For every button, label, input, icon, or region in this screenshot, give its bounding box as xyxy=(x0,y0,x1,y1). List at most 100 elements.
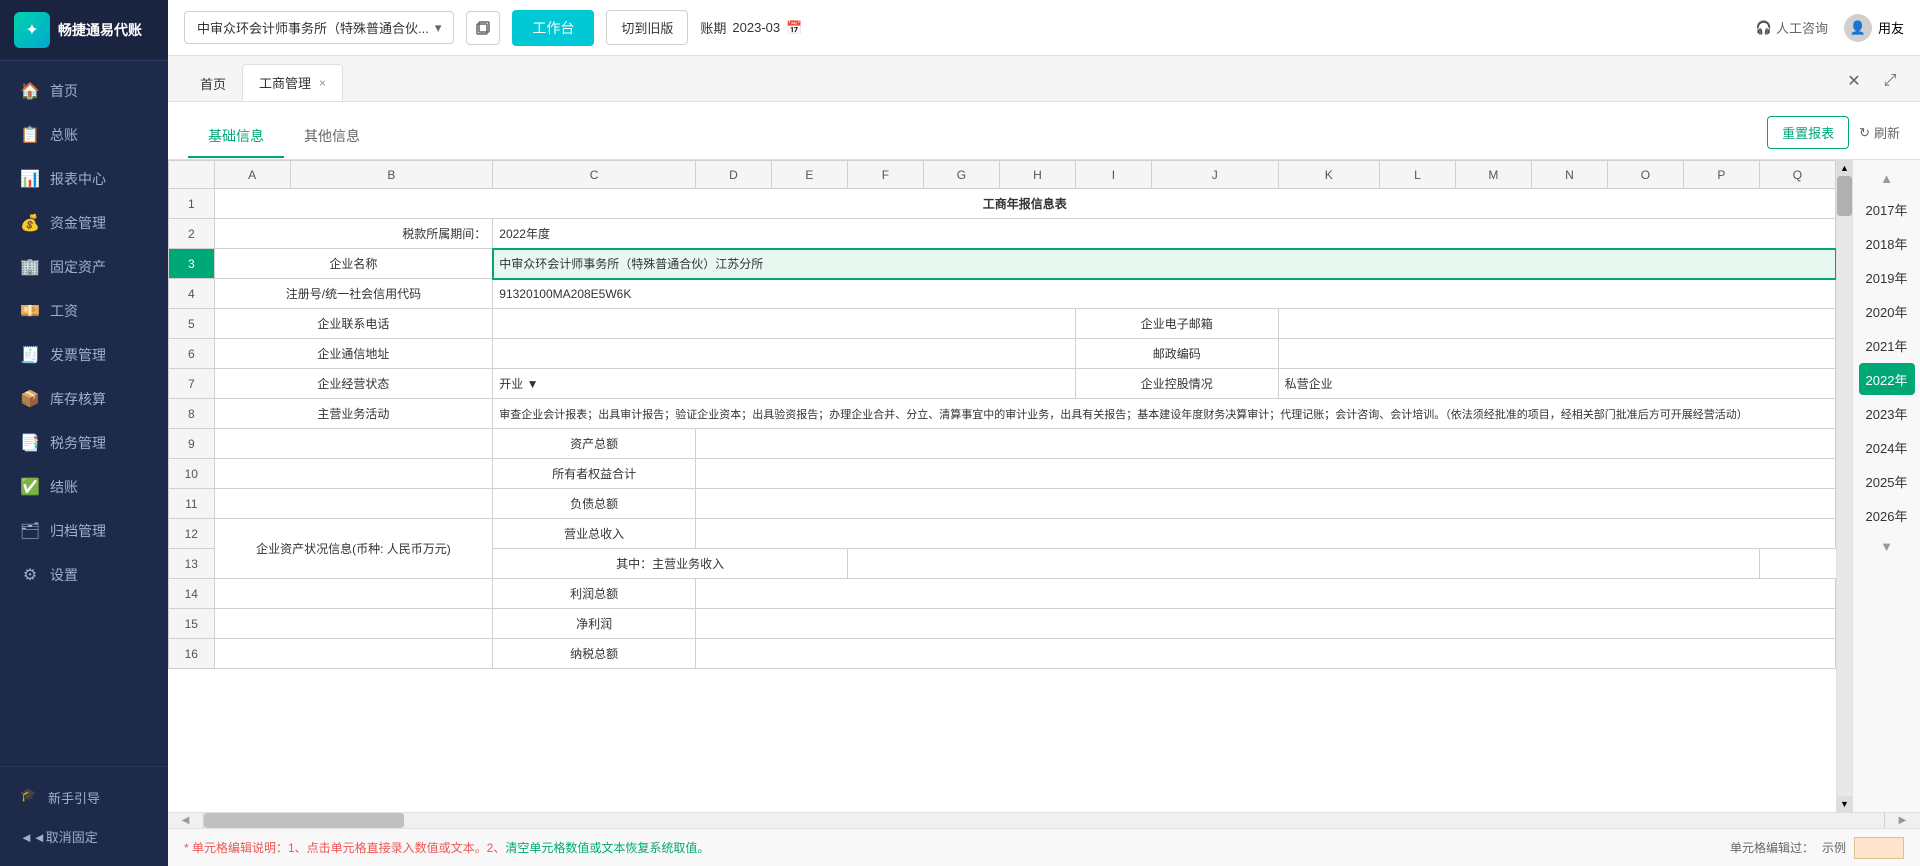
year-up-button[interactable]: ▲ xyxy=(1873,164,1901,192)
scroll-up-button[interactable]: ▲ xyxy=(1837,160,1853,176)
cell-assets-info-label: 企业资产状况信息(币种: 人民币万元) xyxy=(214,519,493,579)
sidebar-item-reports[interactable]: 📊 报表中心 xyxy=(0,157,168,201)
cell-profit-spacer xyxy=(214,579,493,609)
old-version-button[interactable]: 切到旧版 xyxy=(606,10,688,45)
cell-holding-value[interactable]: 私营企业 xyxy=(1278,369,1835,399)
tab-basic-info[interactable]: 基础信息 xyxy=(188,118,284,158)
row-header-4: 4 xyxy=(169,279,215,309)
year-item-2022[interactable]: 2022年 xyxy=(1859,363,1915,395)
table-row: 10 所有者权益合计 xyxy=(169,459,1836,489)
refresh-button[interactable]: ↻ 刷新 xyxy=(1859,123,1900,142)
cell-period-value[interactable]: 2022年度 xyxy=(493,219,1836,249)
sidebar-item-inventory[interactable]: 📦 库存核算 xyxy=(0,377,168,421)
company-selector[interactable]: 中审众环会计师事务所（特殊普通合伙... ▾ xyxy=(184,11,454,44)
cell-status-value[interactable]: 开业 ▼ xyxy=(493,369,1076,399)
year-item-2021[interactable]: 2021年 xyxy=(1859,329,1915,361)
window-controls: ✕ ⤢ xyxy=(1840,67,1904,95)
year-down-button[interactable]: ▼ xyxy=(1873,532,1901,560)
cell-email-value[interactable] xyxy=(1278,309,1835,339)
sidebar-item-salary[interactable]: 💴 工资 xyxy=(0,289,168,333)
workbench-button[interactable]: 工作台 xyxy=(512,10,594,46)
cell-tax-value[interactable] xyxy=(695,639,1835,669)
cell-title[interactable]: 工商年报信息表 xyxy=(214,189,1835,219)
sidebar-item-fixed-assets[interactable]: 🏢 固定资产 xyxy=(0,245,168,289)
sidebar-item-invoice[interactable]: 🧾 发票管理 xyxy=(0,333,168,377)
col-header-e: E xyxy=(771,161,847,189)
year-item-2026[interactable]: 2026年 xyxy=(1859,499,1915,531)
cell-liabilities-value[interactable] xyxy=(695,489,1835,519)
table-row: 5 企业联系电话 企业电子邮箱 xyxy=(169,309,1836,339)
cell-equity-value[interactable] xyxy=(695,459,1835,489)
cell-address-value[interactable] xyxy=(493,339,1076,369)
sidebar-item-archive[interactable]: 🗂 归档管理 xyxy=(0,509,168,553)
cell-mainbiz-value[interactable]: 审查企业会计报表；出具审计报告；验证企业资本；出具验资报告；办理企业合并、分立、… xyxy=(493,399,1836,429)
cell-revenue-value[interactable] xyxy=(695,519,1835,549)
user-button[interactable]: 👤 用友 xyxy=(1844,14,1904,42)
scroll-thumb[interactable] xyxy=(1837,176,1852,216)
scroll-track[interactable] xyxy=(1837,176,1852,796)
sidebar-item-closing[interactable]: ✅ 结账 xyxy=(0,465,168,509)
support-button[interactable]: 🎧 人工咨询 xyxy=(1756,18,1828,37)
cell-postcode-label: 邮政编码 xyxy=(1075,339,1278,369)
reset-report-button[interactable]: 重置报表 xyxy=(1767,116,1849,149)
h-scroll-thumb[interactable] xyxy=(204,813,404,828)
vertical-scrollbar[interactable]: ▲ ▼ xyxy=(1836,160,1852,812)
row-header-13: 13 xyxy=(169,549,215,579)
scroll-left-button[interactable]: ◀ xyxy=(168,813,204,828)
year-item-2023[interactable]: 2023年 xyxy=(1859,397,1915,429)
sidebar-item-funds[interactable]: 💰 资金管理 xyxy=(0,201,168,245)
cell-main-revenue-value[interactable] xyxy=(847,549,1759,579)
cell-phone-value[interactable] xyxy=(493,309,1076,339)
tab-other-info[interactable]: 其他信息 xyxy=(284,118,380,158)
calendar-icon[interactable]: 📅 xyxy=(786,20,802,36)
col-header-d: D xyxy=(695,161,771,189)
scroll-down-button[interactable]: ▼ xyxy=(1837,796,1853,812)
cell-assets-value[interactable] xyxy=(695,429,1835,459)
table-row: 2 税款所属期间： 2022年度 xyxy=(169,219,1836,249)
cell-netprofit-value[interactable] xyxy=(695,609,1835,639)
sidebar-item-ledger[interactable]: 📋 总账 xyxy=(0,113,168,157)
copy-button[interactable] xyxy=(466,11,500,45)
tab-home[interactable]: 首页 xyxy=(184,66,242,101)
cell-postcode-value[interactable] xyxy=(1278,339,1835,369)
cell-regcode-value[interactable]: 91320100MA208E5W6K xyxy=(493,279,1836,309)
settings-icon: ⚙ xyxy=(20,565,40,585)
year-item-2018[interactable]: 2018年 xyxy=(1859,227,1915,259)
row-header-12: 12 xyxy=(169,519,215,549)
close-window-button[interactable]: ✕ xyxy=(1840,67,1868,95)
tab-business-management[interactable]: 工商管理 × xyxy=(242,64,343,101)
year-item-2017[interactable]: 2017年 xyxy=(1859,193,1915,225)
maximize-window-button[interactable]: ⤢ xyxy=(1876,67,1904,95)
year-item-2025[interactable]: 2025年 xyxy=(1859,465,1915,497)
sidebar-item-home[interactable]: 🏠 首页 xyxy=(0,69,168,113)
company-name: 中审众环会计师事务所（特殊普通合伙... xyxy=(197,18,429,37)
cell-revenue-label: 营业总收入 xyxy=(493,519,696,549)
cell-liabilities-spacer xyxy=(214,489,493,519)
table-row: 9 资产总额 xyxy=(169,429,1836,459)
h-scroll-track[interactable] xyxy=(204,813,1884,828)
cell-company-value[interactable]: 中审众环会计师事务所（特殊普通合伙）江苏分所 xyxy=(493,249,1836,279)
closing-icon: ✅ xyxy=(20,477,40,497)
col-header-g: G xyxy=(923,161,999,189)
cell-profit-value[interactable] xyxy=(695,579,1835,609)
tab-close-button[interactable]: × xyxy=(319,76,326,90)
row-header-5: 5 xyxy=(169,309,215,339)
table-row: 7 企业经营状态 开业 ▼ 企业控股情况 私营企业 xyxy=(169,369,1836,399)
row-header-15: 15 xyxy=(169,609,215,639)
year-item-2020[interactable]: 2020年 xyxy=(1859,295,1915,327)
scroll-right-button[interactable]: ▶ xyxy=(1884,813,1920,828)
cell-address-label: 企业通信地址 xyxy=(214,339,493,369)
sidebar-item-unpin[interactable]: ◄◄取消固定 xyxy=(0,817,168,856)
year-item-2024[interactable]: 2024年 xyxy=(1859,431,1915,463)
cell-phone-label: 企业联系电话 xyxy=(214,309,493,339)
sidebar-item-newuser[interactable]: 🎓 新手引导 xyxy=(0,777,168,817)
year-item-2019[interactable]: 2019年 xyxy=(1859,261,1915,293)
example-label: 示例 xyxy=(1822,839,1846,856)
table-row: 8 主营业务活动 审查企业会计报表；出具审计报告；验证企业资本；出具验资报告；办… xyxy=(169,399,1836,429)
sidebar-item-tax[interactable]: 📑 税务管理 xyxy=(0,421,168,465)
cell-mainbiz-label: 主营业务活动 xyxy=(214,399,493,429)
row-header-3: 3 xyxy=(169,249,215,279)
period-display: 账期 2023-03 📅 xyxy=(700,18,802,37)
sidebar-item-settings[interactable]: ⚙ 设置 xyxy=(0,553,168,597)
spreadsheet-container[interactable]: A B C D E F G H I J K L xyxy=(168,160,1836,812)
